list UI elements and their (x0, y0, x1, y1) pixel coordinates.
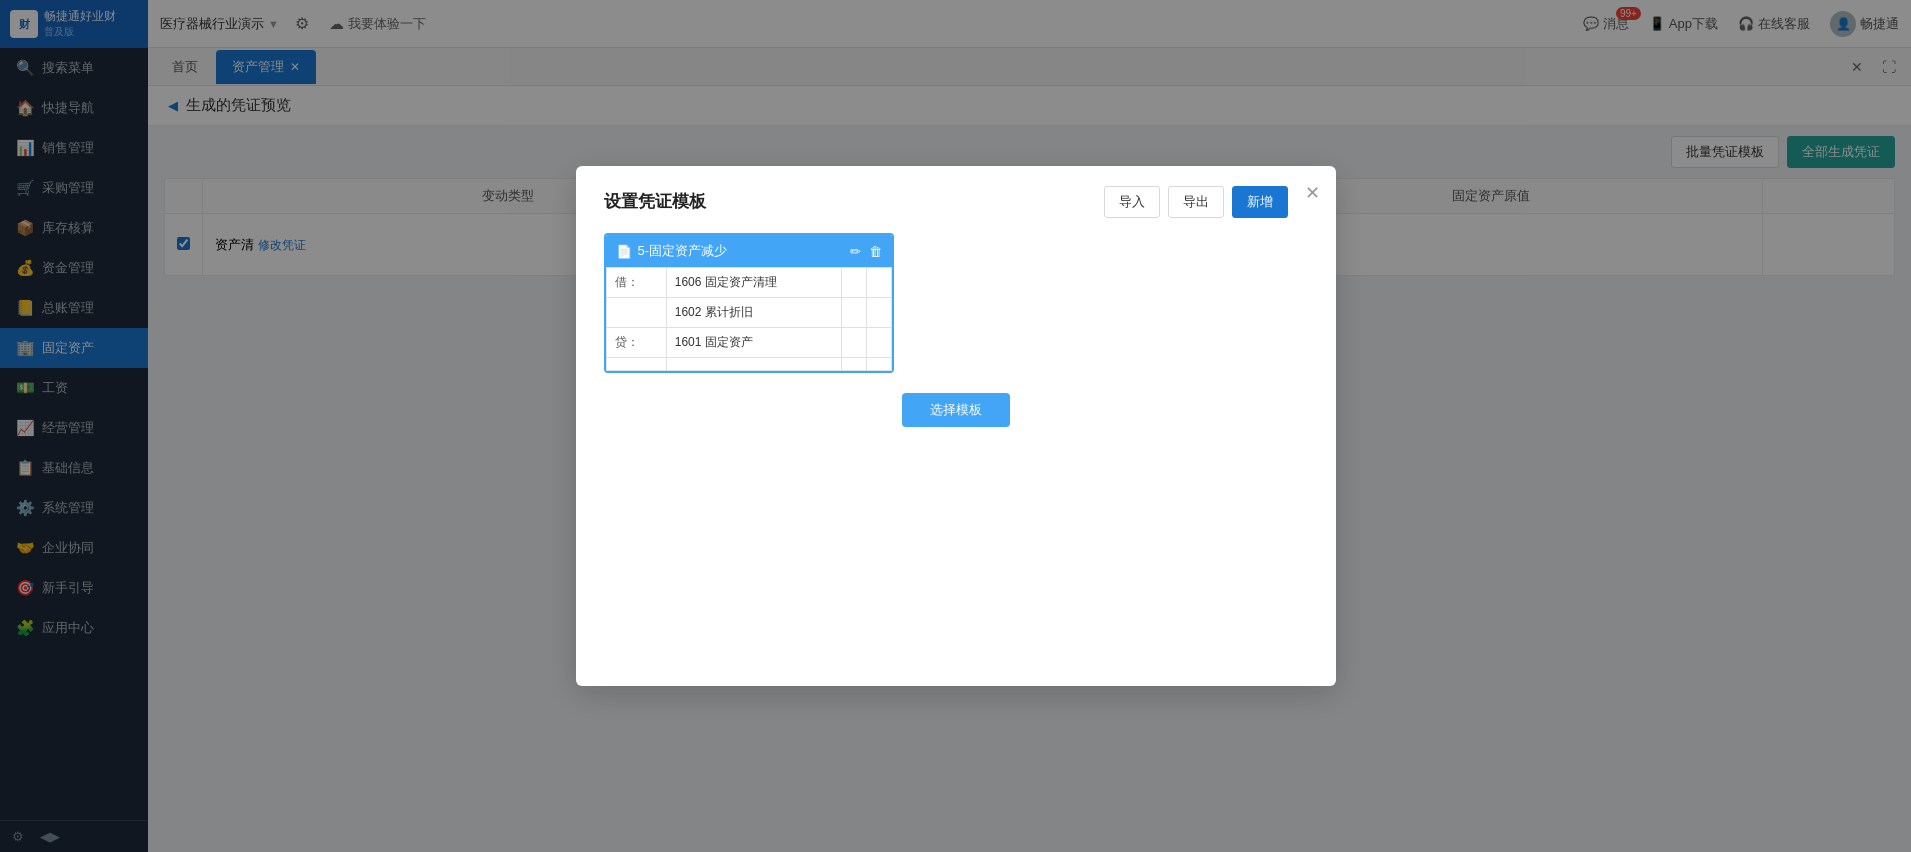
template-entry-row: 借： 1606 固定资产清理 (606, 268, 891, 298)
main-area: 医疗器械行业演示 ▼ ⚙ ☁ 我要体验一下 💬 消息 99+ 📱 App下载 🎧… (148, 0, 1911, 852)
entry-side-0: 借： (606, 268, 666, 298)
template-edit-icon[interactable]: ✏ (850, 244, 861, 259)
dialog-toolbar: 导入 导出 新增 (1104, 186, 1288, 218)
entry-col3-0 (841, 268, 866, 298)
entry-col3-1 (841, 298, 866, 328)
entry-col3-3 (841, 358, 866, 371)
template-entries-table: 借： 1606 固定资产清理 1602 累计折旧 (606, 267, 892, 371)
dialog-close-button[interactable]: ✕ (1305, 182, 1320, 204)
template-name: 5-固定资产减少 (638, 242, 728, 260)
entry-side-3 (606, 358, 666, 371)
template-entry-row (606, 358, 891, 371)
entry-col4-2 (866, 328, 891, 358)
template-card-header: 📄 5-固定资产减少 ✏ 🗑 (606, 235, 892, 267)
template-header-actions: ✏ 🗑 (850, 244, 882, 259)
entry-code-3 (666, 358, 841, 371)
entry-col4-3 (866, 358, 891, 371)
template-card: 📄 5-固定资产减少 ✏ 🗑 借： 1606 固定资产清理 (604, 233, 894, 373)
entry-side-1 (606, 298, 666, 328)
template-entry-row: 贷： 1601 固定资产 (606, 328, 891, 358)
select-template-button[interactable]: 选择模板 (902, 393, 1010, 427)
entry-side-2: 贷： (606, 328, 666, 358)
template-doc-icon: 📄 (616, 244, 632, 259)
entry-col4-0 (866, 268, 891, 298)
content-area: ◀ 生成的凭证预览 批量凭证模板 全部生成凭证 变动类型 资产名称 固定资产原值 (148, 86, 1911, 852)
import-button[interactable]: 导入 (1104, 186, 1160, 218)
entry-code-0: 1606 固定资产清理 (666, 268, 841, 298)
entry-code-2: 1601 固定资产 (666, 328, 841, 358)
entry-col3-2 (841, 328, 866, 358)
export-button[interactable]: 导出 (1168, 186, 1224, 218)
template-entry-row: 1602 累计折旧 (606, 298, 891, 328)
template-delete-icon[interactable]: 🗑 (869, 244, 882, 259)
template-card-body: 借： 1606 固定资产清理 1602 累计折旧 (606, 267, 892, 371)
dialog: ✕ 设置凭证模板 导入 导出 新增 📄 5-固定资产减少 ✏ 🗑 (576, 166, 1336, 686)
modal-overlay: ✕ 设置凭证模板 导入 导出 新增 📄 5-固定资产减少 ✏ 🗑 (148, 86, 1911, 852)
new-button[interactable]: 新增 (1232, 186, 1288, 218)
entry-code-1: 1602 累计折旧 (666, 298, 841, 328)
entry-col4-1 (866, 298, 891, 328)
